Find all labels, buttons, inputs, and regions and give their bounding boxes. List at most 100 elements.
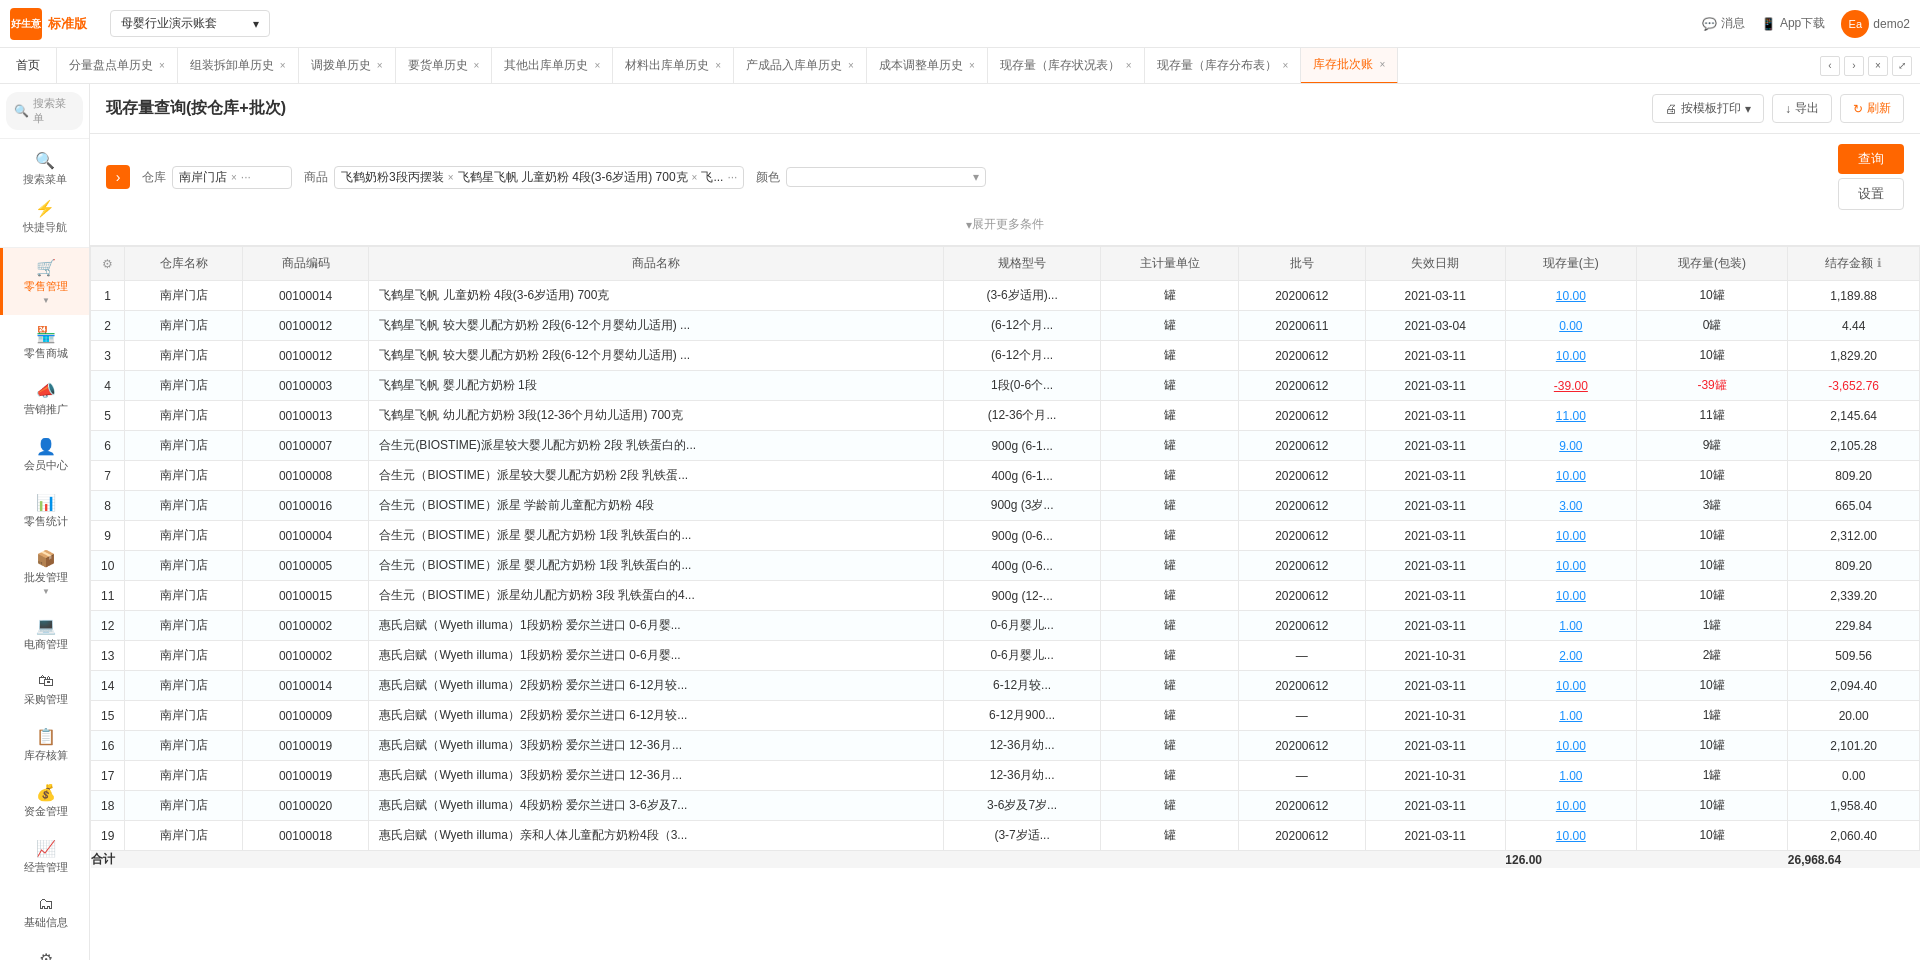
sidebar-item-search[interactable]: 🔍 搜索菜单 [0, 145, 89, 193]
tab-close-icon[interactable]: × [377, 60, 383, 71]
cell-qty-main[interactable]: 1.00 [1505, 701, 1636, 731]
tab-chengben[interactable]: 成本调整单历史 × [867, 48, 988, 84]
tab-close-icon[interactable]: × [594, 60, 600, 71]
export-btn[interactable]: ↓ 导出 [1772, 94, 1832, 123]
cell-qty-main[interactable]: 10.00 [1505, 551, 1636, 581]
cell-qty-main[interactable]: 10.00 [1505, 461, 1636, 491]
sidebar-item-system[interactable]: ⚙ 系统管理 [0, 940, 89, 960]
cell-warehouse: 南岸门店 [125, 521, 242, 551]
cell-qty-main[interactable]: 10.00 [1505, 821, 1636, 851]
sidebar-item-operation[interactable]: 📈 经营管理 [0, 829, 89, 885]
tab-zuhe[interactable]: 组装拆卸单历史 × [178, 48, 299, 84]
message-icon: 💬 [1702, 17, 1717, 31]
color-tag-group[interactable]: ▾ [786, 167, 986, 187]
warehouse-tag-close[interactable]: × [231, 172, 237, 183]
cell-qty-main[interactable]: 3.00 [1505, 491, 1636, 521]
sidebar-item-basic[interactable]: 🗂 基础信息 [0, 885, 89, 940]
cell-qty-main[interactable]: 10.00 [1505, 521, 1636, 551]
cell-qty-main[interactable]: -39.00 [1505, 371, 1636, 401]
cell-batch: — [1239, 641, 1366, 671]
warehouse-tag-group[interactable]: 南岸门店 × ··· [172, 166, 292, 189]
sidebar-item-wholesale[interactable]: 📦 批发管理 ▼ [0, 539, 89, 606]
info-icon[interactable]: ℹ [1877, 256, 1882, 270]
warehouse-filter: 仓库 南岸门店 × ··· [142, 166, 292, 189]
sidebar-item-member[interactable]: 👤 会员中心 [0, 427, 89, 483]
cell-qty-main[interactable]: 10.00 [1505, 281, 1636, 311]
sidebar-item-purchase[interactable]: 🛍 采购管理 [0, 662, 89, 717]
tab-close-icon[interactable]: × [969, 60, 975, 71]
product-tag-close-2[interactable]: × [692, 172, 698, 183]
settings-icon[interactable]: ⚙ [102, 257, 113, 271]
tab-chancheng[interactable]: 产成品入库单历史 × [734, 48, 867, 84]
message-btn[interactable]: 💬 消息 [1702, 15, 1745, 32]
product-more-icon[interactable]: ··· [727, 170, 737, 184]
tab-next-btn[interactable]: › [1844, 56, 1864, 76]
filter-toggle-btn[interactable]: › [106, 165, 130, 189]
tab-close-icon[interactable]: × [1126, 60, 1132, 71]
tab-yaohuo[interactable]: 要货单历史 × [396, 48, 493, 84]
sidebar-item-marketing[interactable]: 📣 营销推广 [0, 371, 89, 427]
tab-qita[interactable]: 其他出库单历史 × [492, 48, 613, 84]
tab-home[interactable]: 首页 [0, 48, 57, 84]
org-dropdown[interactable]: 母婴行业演示账套 ▾ [110, 10, 270, 37]
user-area[interactable]: Ea demo2 [1841, 10, 1910, 38]
tab-fullscreen-btn[interactable]: ⤢ [1892, 56, 1912, 76]
tab-close-icon[interactable]: × [715, 60, 721, 71]
sidebar-item-retailstat[interactable]: 📊 零售统计 [0, 483, 89, 539]
tab-close-icon[interactable]: × [474, 60, 480, 71]
refresh-btn[interactable]: ↻ 刷新 [1840, 94, 1904, 123]
footer-amount: 26,968.64 [1788, 851, 1920, 869]
cell-qty-main[interactable]: 2.00 [1505, 641, 1636, 671]
tab-close-all-btn[interactable]: × [1868, 56, 1888, 76]
cell-no: 13 [91, 641, 125, 671]
sidebar-item-shortcut[interactable]: ⚡ 快捷导航 [0, 193, 89, 241]
query-btn[interactable]: 查询 [1838, 144, 1904, 174]
cell-qty-main[interactable]: 11.00 [1505, 401, 1636, 431]
tab-prev-btn[interactable]: ‹ [1820, 56, 1840, 76]
table-row: 14 南岸门店 00100014 惠氏启赋（Wyeth illuma）2段奶粉 … [91, 671, 1920, 701]
cell-unit: 罐 [1101, 311, 1239, 341]
cell-qty-main[interactable]: 1.00 [1505, 611, 1636, 641]
mall-icon: 🏪 [36, 325, 56, 344]
sidebar-item-finance[interactable]: 💰 资金管理 [0, 773, 89, 829]
cell-expire: 2021-03-11 [1365, 281, 1505, 311]
tab-close-icon[interactable]: × [1379, 59, 1385, 70]
cell-qty-main[interactable]: 10.00 [1505, 731, 1636, 761]
cell-qty-main[interactable]: 10.00 [1505, 671, 1636, 701]
cell-qty-main[interactable]: 10.00 [1505, 791, 1636, 821]
cell-unit: 罐 [1101, 701, 1239, 731]
tab-xiancun2[interactable]: 现存量（库存分布表） × [1145, 48, 1302, 84]
tab-diaob[interactable]: 调拨单历史 × [299, 48, 396, 84]
tab-close-icon[interactable]: × [159, 60, 165, 71]
tab-close-icon[interactable]: × [280, 60, 286, 71]
sidebar-search-box[interactable]: 🔍 搜索菜单 [6, 92, 83, 130]
expand-btn[interactable]: ▾ 展开更多条件 [106, 210, 1904, 235]
cell-qty-main[interactable]: 1.00 [1505, 761, 1636, 791]
cell-qty-main[interactable]: 9.00 [1505, 431, 1636, 461]
tab-fenpan[interactable]: 分量盘点单历史 × [57, 48, 178, 84]
setting-btn[interactable]: 设置 [1838, 178, 1904, 210]
tab-cailiao[interactable]: 材料出库单历史 × [613, 48, 734, 84]
cell-qty-main[interactable]: 0.00 [1505, 311, 1636, 341]
tab-close-icon[interactable]: × [848, 60, 854, 71]
tab-xiancun1[interactable]: 现存量（库存状况表） × [988, 48, 1145, 84]
finance-label: 资金管理 [24, 804, 68, 819]
product-tag-close-1[interactable]: × [448, 172, 454, 183]
app-download-btn[interactable]: 📱 App下载 [1761, 15, 1825, 32]
cell-unit: 罐 [1101, 641, 1239, 671]
sidebar-item-ecommerce[interactable]: 💻 电商管理 [0, 606, 89, 662]
tab-kucun[interactable]: 库存批次账 × [1301, 48, 1398, 84]
cell-qty-main[interactable]: 10.00 [1505, 581, 1636, 611]
sidebar-item-retail[interactable]: 🛒 零售管理 ▼ [0, 248, 89, 315]
sidebar-item-mall[interactable]: 🏪 零售商城 [0, 315, 89, 371]
table-footer-row: 合计 126.00 26,968.64 [91, 851, 1920, 869]
cell-qty-main[interactable]: 10.00 [1505, 341, 1636, 371]
print-btn[interactable]: 🖨 按模板打印 ▾ [1652, 94, 1764, 123]
tab-close-icon[interactable]: × [1283, 60, 1289, 71]
sidebar-item-inventory[interactable]: 📋 库存核算 [0, 717, 89, 773]
cell-unit: 罐 [1101, 491, 1239, 521]
product-tag-group[interactable]: 飞鹤奶粉3段丙摆装 × 飞鹤星飞帆 儿童奶粉 4段(3-6岁适用) 700克 ×… [334, 166, 744, 189]
cell-qty-pack: 10罐 [1636, 551, 1787, 581]
filter-more-icon[interactable]: ··· [241, 170, 251, 184]
table-row: 10 南岸门店 00100005 合生元（BIOSTIME）派星 婴儿配方奶粉 … [91, 551, 1920, 581]
